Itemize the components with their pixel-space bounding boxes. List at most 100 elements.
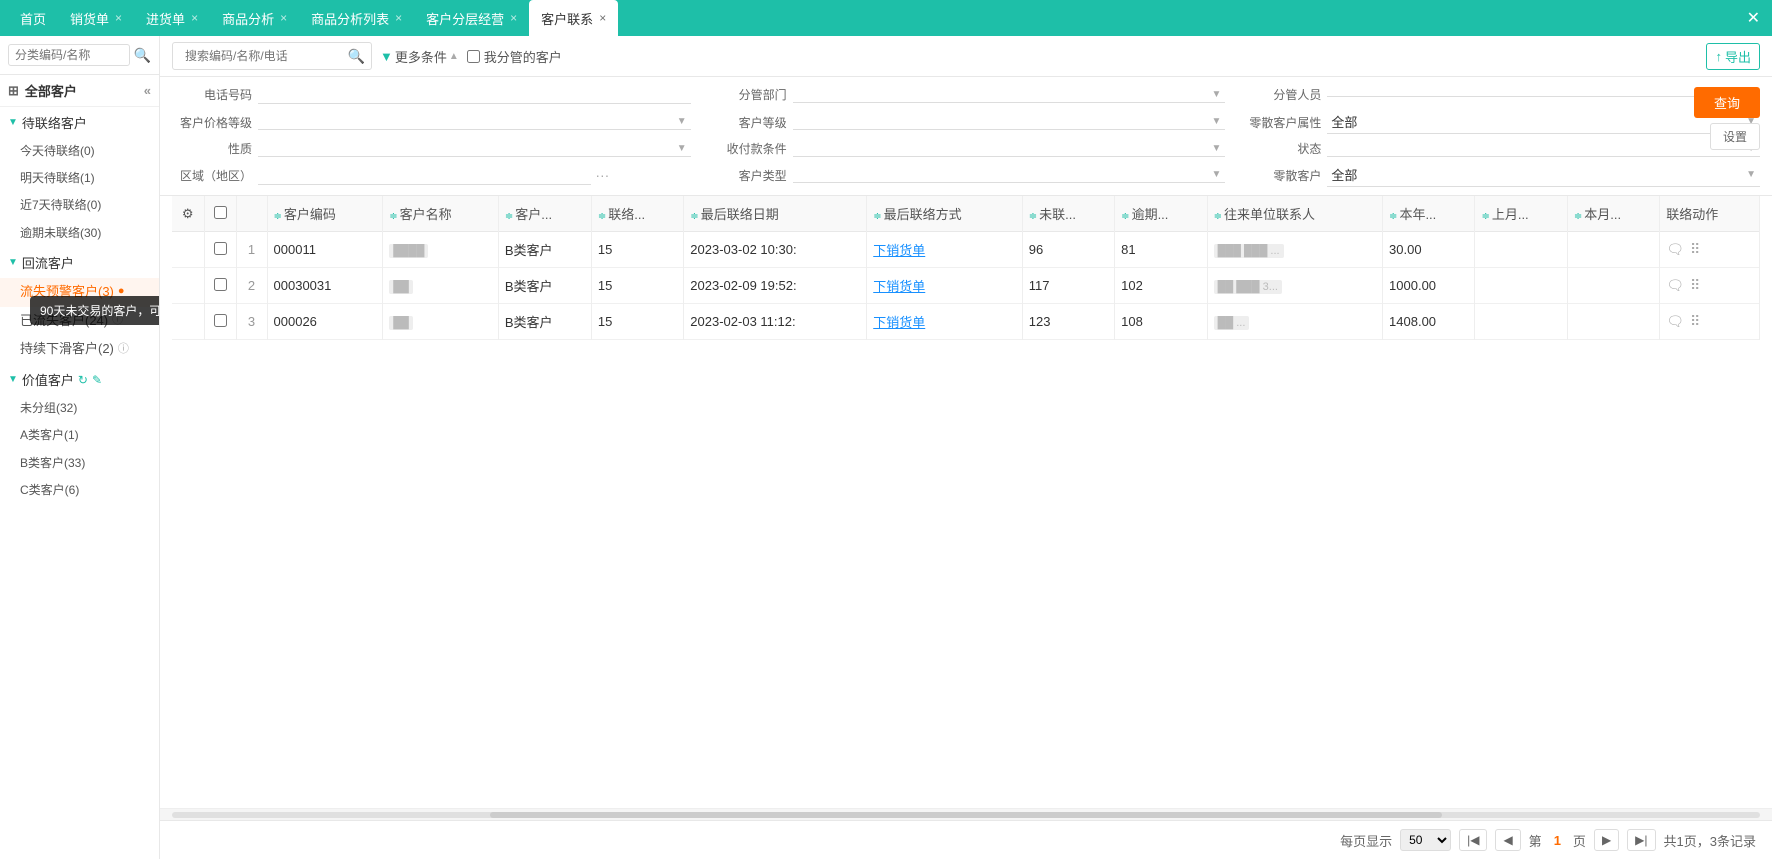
row3-actions: 🗨 ⠿ xyxy=(1660,304,1760,340)
next-page-btn[interactable]: ▶ xyxy=(1594,829,1619,851)
sidebar-all-customers[interactable]: ⊞ 全部客户 « xyxy=(0,75,159,107)
tab-sales[interactable]: 销货单 × xyxy=(58,0,134,36)
sidebar-group-return[interactable]: ▼ 回流客户 xyxy=(0,247,159,278)
col-type[interactable]: ≑客户... xyxy=(498,196,591,232)
sidebar-item-tomorrow[interactable]: 明天待联络(1) xyxy=(0,165,159,192)
sort-uc-icon: ≑ xyxy=(1214,211,1222,222)
window-close-button[interactable]: ✕ xyxy=(1735,8,1772,28)
my-customers-checkbox[interactable]: 我分管的客户 xyxy=(467,47,562,66)
sidebar-item-declining[interactable]: 持续下滑客户(2) ⓘ xyxy=(0,335,159,364)
col-this-month[interactable]: ≑本月... xyxy=(1567,196,1659,232)
phone-input[interactable] xyxy=(258,85,691,104)
export-button[interactable]: ↑ 导出 xyxy=(1706,43,1760,70)
tab-customer-contact[interactable]: 客户联系 × xyxy=(529,0,618,36)
customer-type-select[interactable]: ▼ xyxy=(793,167,1226,183)
filter-price-level: 客户价格等级 ▼ xyxy=(172,114,691,131)
row2-uc: ██ ███ 3... xyxy=(1207,268,1382,304)
row2-action-more[interactable]: ⠿ xyxy=(1690,277,1700,294)
per-page-select[interactable]: 50 20 100 xyxy=(1400,829,1451,851)
col-overdue[interactable]: ≑逾期... xyxy=(1115,196,1207,232)
dept-arrow: ▼ xyxy=(1211,89,1221,100)
row3-action-more[interactable]: ⠿ xyxy=(1690,313,1700,330)
query-button[interactable]: 查询 xyxy=(1694,87,1760,118)
tab-customer-layer[interactable]: 客户分层经营 × xyxy=(414,0,529,36)
scrollbar-track xyxy=(172,812,1760,818)
sidebar-item-ungrouped[interactable]: 未分组(32) xyxy=(0,395,159,422)
sidebar-collapse-btn[interactable]: « xyxy=(144,83,151,98)
tab-close-product-list[interactable]: × xyxy=(395,11,402,25)
prev-page-btn[interactable]: ◀ xyxy=(1495,829,1520,851)
tab-close-customer-contact[interactable]: × xyxy=(599,11,606,25)
col-this-year[interactable]: ≑本年... xyxy=(1383,196,1475,232)
settings-button[interactable]: 设置 xyxy=(1710,123,1760,150)
sort-type-icon: ≑ xyxy=(505,211,513,222)
status-select[interactable]: ▼ xyxy=(1327,141,1760,157)
payment-select[interactable]: ▼ xyxy=(793,141,1226,157)
tab-close-product[interactable]: × xyxy=(280,11,287,25)
tab-close-customer-layer[interactable]: × xyxy=(510,11,517,25)
my-customers-check[interactable] xyxy=(467,50,480,63)
col-contact[interactable]: ≑联络... xyxy=(591,196,683,232)
row3-ltype[interactable]: 下销货单 xyxy=(867,304,1023,340)
more-conditions-btn[interactable]: ▼ 更多条件 ▲ xyxy=(380,47,459,66)
row1-ltype[interactable]: 下销货单 xyxy=(867,232,1023,268)
edit-icon[interactable]: ✎ xyxy=(92,373,102,387)
col-name[interactable]: ≑客户名称 xyxy=(383,196,499,232)
tab-purchase[interactable]: 进货单 × xyxy=(134,0,210,36)
col-last-type[interactable]: ≑最后联络方式 xyxy=(867,196,1023,232)
tab-close-purchase[interactable]: × xyxy=(191,11,198,25)
scrollbar-thumb[interactable] xyxy=(490,812,1443,818)
row3-check[interactable] xyxy=(214,314,227,327)
region-input[interactable] xyxy=(258,166,591,185)
col-settings[interactable]: ⚙ xyxy=(172,196,204,232)
sidebar-item-a-class[interactable]: A类客户(1) xyxy=(0,422,159,449)
person-select[interactable] xyxy=(1327,92,1746,97)
tab-product-list[interactable]: 商品分析列表 × xyxy=(299,0,414,36)
nature-select[interactable]: ▼ xyxy=(258,141,691,157)
tab-product-analysis[interactable]: 商品分析 × xyxy=(210,0,299,36)
sidebar-item-c-class[interactable]: C类客户(6) xyxy=(0,477,159,504)
price-level-select[interactable]: ▼ xyxy=(258,114,691,130)
row3-action-msg[interactable]: 🗨 xyxy=(1666,313,1684,330)
sidebar-item-b-class[interactable]: B类客户(33) xyxy=(0,450,159,477)
col-code[interactable]: ≑客户编码 xyxy=(267,196,383,232)
region-dots[interactable]: ··· xyxy=(595,167,609,183)
row2-date: 2023-02-09 19:52: xyxy=(684,268,867,304)
row1-uc: ███ ███ ... xyxy=(1207,232,1382,268)
row1-check[interactable] xyxy=(214,242,227,255)
toolbar-search-input[interactable] xyxy=(179,46,348,66)
row1-action-more[interactable]: ⠿ xyxy=(1690,241,1700,258)
export-icon: ↑ xyxy=(1715,49,1722,64)
row2-ltype[interactable]: 下销货单 xyxy=(867,268,1023,304)
refresh-icon[interactable]: ↻ xyxy=(78,373,88,387)
col-unit-contact[interactable]: ≑往来单位联系人 xyxy=(1207,196,1382,232)
sidebar-item-7days[interactable]: 近7天待联络(0) xyxy=(0,192,159,219)
tab-home[interactable]: 首页 xyxy=(8,9,58,28)
col-last-month[interactable]: ≑上月... xyxy=(1475,196,1567,232)
toolbar-search-icon[interactable]: 🔍 xyxy=(348,48,365,65)
row2-action-msg[interactable]: 🗨 xyxy=(1666,277,1684,294)
dept-select[interactable]: ▼ xyxy=(793,87,1226,103)
sort-ty-icon: ≑ xyxy=(1389,211,1397,222)
sidebar-search-input[interactable] xyxy=(8,44,130,66)
tab-close-sales[interactable]: × xyxy=(115,11,122,25)
customer-level-select[interactable]: ▼ xyxy=(793,114,1226,130)
sidebar-item-overdue[interactable]: 逾期未联络(30) xyxy=(0,220,159,247)
filter-row-2: 客户价格等级 ▼ 客户等级 ▼ 零散客户属性 全部 xyxy=(172,110,1760,134)
select-all-checkbox[interactable] xyxy=(214,206,227,219)
sidebar-search-icon[interactable]: 🔍 xyxy=(134,47,151,64)
scatter-customer-select[interactable]: 全部 ▼ xyxy=(1327,163,1760,187)
first-page-btn[interactable]: |◀ xyxy=(1459,829,1487,851)
sidebar-group-value[interactable]: ▼ 价值客户 ↻ ✎ xyxy=(0,364,159,395)
filter-row-4: 区域（地区） ··· 客户类型 ▼ 零散客户 全部 ▼ xyxy=(172,163,1760,187)
row2-type: B类客户 xyxy=(498,268,591,304)
col-no-contact[interactable]: ≑未联... xyxy=(1022,196,1114,232)
last-page-btn[interactable]: ▶| xyxy=(1627,829,1655,851)
horizontal-scrollbar[interactable] xyxy=(160,808,1772,820)
col-num xyxy=(236,196,267,232)
row1-action-msg[interactable]: 🗨 xyxy=(1666,241,1684,258)
sidebar-item-today[interactable]: 今天待联络(0) xyxy=(0,138,159,165)
sidebar-group-pending[interactable]: ▼ 待联络客户 xyxy=(0,107,159,138)
row2-check[interactable] xyxy=(214,278,227,291)
col-last-date[interactable]: ≑最后联络日期 xyxy=(684,196,867,232)
